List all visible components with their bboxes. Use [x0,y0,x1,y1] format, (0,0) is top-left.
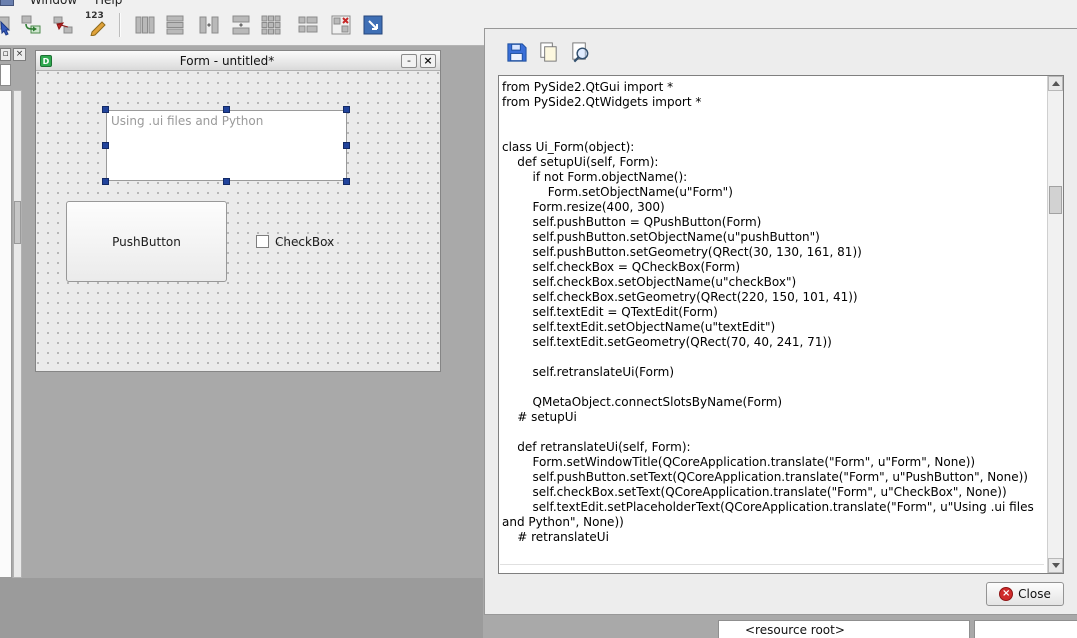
code-line [502,350,1044,365]
form-window-title: Form - untitled* [56,54,398,68]
layout-vertical-icon[interactable] [162,12,188,38]
form-editor-window: D Form - untitled* - × Using .ui files a… [35,50,441,372]
code-preview-dialog: from PySide2.QtGui import *from PySide2.… [484,28,1077,615]
code-view-divider [500,564,1044,565]
code-line: self.textEdit.setPlaceholderText(QCoreAp… [502,500,1044,515]
code-line: from PySide2.QtWidgets import * [502,95,1044,110]
widgetbox-list-fragment [0,90,12,578]
layout-form-icon[interactable] [295,12,321,38]
code-line: self.checkBox.setGeometry(QRect(220, 150… [502,290,1044,305]
edit-widgets-icon[interactable] [0,12,16,38]
close-x-icon: × [999,587,1013,601]
menu-window[interactable]: Window [30,0,77,7]
selection-handle-top-middle[interactable] [223,106,230,113]
code-line: from PySide2.QtGui import * [502,80,1044,95]
code-line: self.pushButton.setGeometry(QRect(30, 13… [502,245,1044,260]
code-line: self.pushButton = QPushButton(Form) [502,215,1044,230]
selection-handle-bottom-middle[interactable] [223,178,230,185]
code-line: self.textEdit.setObjectName(u"textEdit") [502,320,1044,335]
form-close-button[interactable]: × [420,54,436,68]
textedit-placeholder: Using .ui files and Python [111,114,263,128]
code-line: class Ui_Form(object): [502,140,1044,155]
edit-signals-slots-icon[interactable] [18,12,44,38]
find-icon[interactable] [567,39,593,65]
selection-handle-top-right[interactable] [343,106,350,113]
layout-splitter-vertical-icon[interactable] [228,12,254,38]
layout-grid-icon[interactable] [258,12,284,38]
edit-tab-order-icon[interactable]: 123 [84,12,110,38]
code-scrollbar-thumb[interactable] [1049,186,1062,214]
code-line: self.retranslateUi(Form) [502,365,1044,380]
selection-handle-bottom-right[interactable] [343,178,350,185]
form-window-titlebar[interactable]: D Form - untitled* - × [36,51,440,71]
code-line: def retranslateUi(self, Form): [502,440,1044,455]
code-view: from PySide2.QtGui import *from PySide2.… [498,75,1064,574]
code-line: Form.setWindowTitle(QCoreApplication.tra… [502,455,1044,470]
form-window-icon: D [40,55,52,67]
save-icon[interactable] [503,39,529,65]
form-canvas[interactable]: Using .ui files and Python PushButton Ch… [36,71,440,371]
code-line [502,425,1044,440]
selection-handle-middle-left[interactable] [102,142,109,149]
qt-designer-screen: Window Help 123 [0,0,1077,638]
code-scrollbar[interactable] [1047,76,1063,573]
selection-handle-middle-right[interactable] [343,142,350,149]
tab-order-label: 123 [85,11,104,21]
copy-icon[interactable] [535,39,561,65]
layout-horizontal-icon[interactable] [132,12,158,38]
close-button[interactable]: × Close [986,582,1064,606]
menu-fragment-icon [0,0,14,6]
code-line: self.checkBox = QCheckBox(Form) [502,260,1044,275]
layout-splitter-horizontal-icon[interactable] [196,12,222,38]
code-line: self.checkBox.setObjectName(u"checkBox") [502,275,1044,290]
code-line: and Python", None)) [502,515,1044,530]
code-line: self.textEdit = QTextEdit(Form) [502,305,1044,320]
dock-close-button[interactable]: × [13,48,26,61]
checkbox-label: CheckBox [275,235,334,249]
break-layout-icon[interactable] [328,12,354,38]
checkbox-indicator[interactable] [256,235,269,248]
selection-handle-top-left[interactable] [102,106,109,113]
code-line: Form.resize(400, 300) [502,200,1044,215]
code-line: self.pushButton.setText(QCoreApplication… [502,470,1044,485]
form-minimize-button[interactable]: - [401,54,417,68]
resource-root-item[interactable]: <resource root> [718,620,970,638]
code-line: if not Form.objectName(): [502,170,1044,185]
adjust-size-icon[interactable] [360,12,386,38]
toolbar-separator [119,13,121,37]
code-line: # setupUi [502,410,1044,425]
code-line [502,380,1044,395]
code-line: self.textEdit.setGeometry(QRect(70, 40, … [502,335,1044,350]
checkbox-widget[interactable]: CheckBox [256,221,357,262]
code-line: self.pushButton.setObjectName(u"pushButt… [502,230,1044,245]
scroll-down-icon[interactable] [1048,558,1063,573]
selection-handle-bottom-left[interactable] [102,178,109,185]
resource-browser-column [974,620,1077,638]
widgetbox-scrollbar-thumb[interactable] [14,201,21,244]
code-line [502,110,1044,125]
mdi-bottom-shade [0,578,483,638]
code-line: self.checkBox.setText(QCoreApplication.t… [502,485,1044,500]
scroll-up-icon[interactable] [1048,76,1063,91]
textedit-widget[interactable]: Using .ui files and Python [106,110,347,181]
code-line: def setupUi(self, Form): [502,155,1044,170]
code-line: Form.setObjectName(u"Form") [502,185,1044,200]
pushbutton-widget[interactable]: PushButton [66,201,227,282]
dock-float-button[interactable]: ▫ [0,48,11,61]
code-line: # retranslateUi [502,530,1044,545]
code-line [502,125,1044,140]
widgetbox-scrollbar[interactable] [13,90,22,578]
edit-buddies-icon[interactable] [50,12,76,38]
code-line: QMetaObject.connectSlotsByName(Form) [502,395,1044,410]
menu-help[interactable]: Help [95,0,122,7]
menubar: Window Help [0,0,136,7]
widgetbox-filter-input[interactable] [0,64,11,86]
close-button-label: Close [1018,587,1051,601]
code-text: from PySide2.QtGui import *from PySide2.… [502,80,1044,571]
